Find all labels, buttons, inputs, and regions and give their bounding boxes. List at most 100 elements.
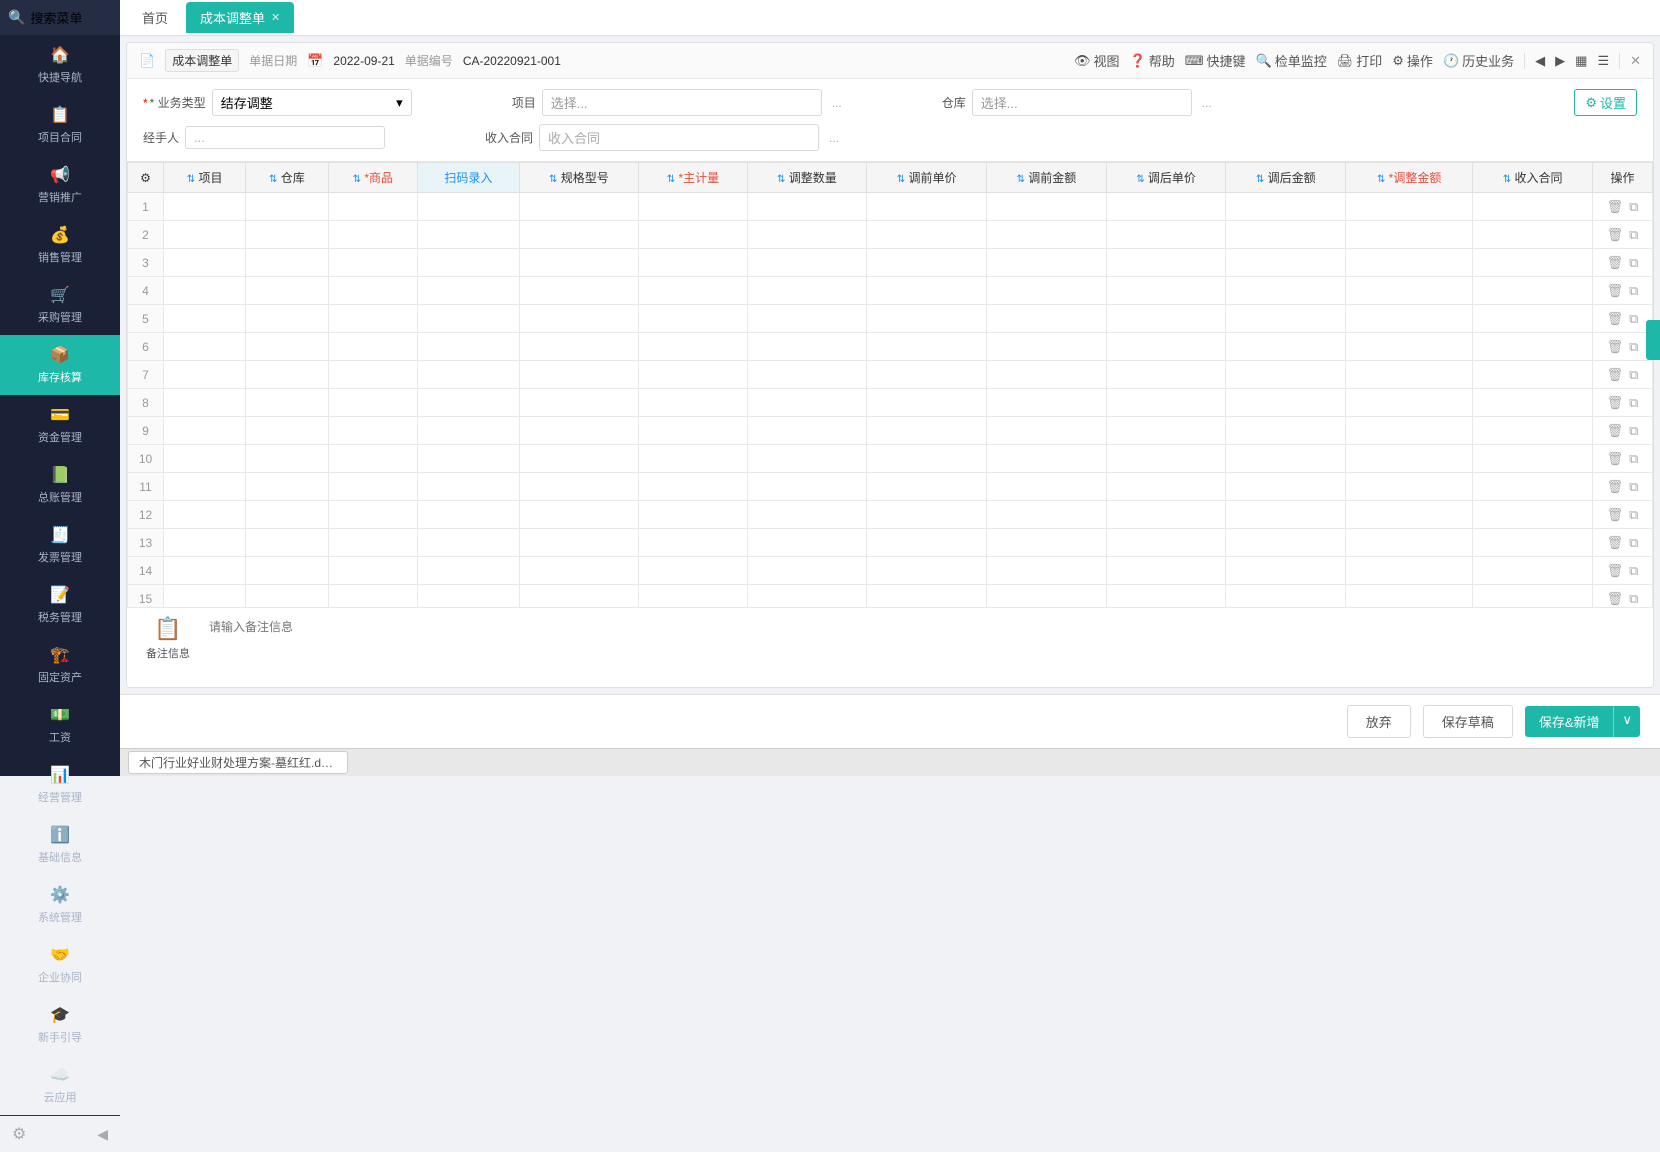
- list-view-btn[interactable]: ☰: [1597, 53, 1609, 69]
- sidebar-item-base-info[interactable]: ℹ️基础信息: [0, 815, 120, 875]
- row-num-5: 5: [128, 305, 164, 333]
- delete-icon[interactable]: 🗑: [1607, 507, 1624, 523]
- collapse-icon[interactable]: ◀: [97, 1126, 108, 1143]
- sidebar-item-marketing[interactable]: 📢营销推广: [0, 155, 120, 215]
- col-warehouse[interactable]: ⇅ 仓库: [246, 163, 328, 193]
- sidebar-item-system[interactable]: ⚙️系统管理: [0, 875, 120, 935]
- sidebar-search[interactable]: 🔍 搜索菜单: [0, 0, 120, 35]
- shortcut-btn[interactable]: ⌨ 快捷键: [1185, 51, 1246, 70]
- delete-icon[interactable]: 🗑: [1607, 451, 1624, 467]
- side-handle[interactable]: [1646, 320, 1660, 360]
- delete-icon[interactable]: 🗑: [1607, 255, 1624, 271]
- copy-icon[interactable]: ⧉: [1629, 591, 1638, 607]
- tab-home[interactable]: 首页: [128, 2, 182, 33]
- copy-icon[interactable]: ⧉: [1629, 283, 1638, 299]
- project-input[interactable]: 选择...: [542, 89, 822, 116]
- sidebar-item-ledger[interactable]: 📗总账管理: [0, 455, 120, 515]
- form-row-2: 经手人 ... 收入合同 收入合同 ...: [143, 124, 1637, 151]
- delete-icon[interactable]: 🗑: [1607, 535, 1624, 551]
- col-settings[interactable]: ⚙: [128, 163, 164, 193]
- copy-icon[interactable]: ⧉: [1629, 227, 1638, 243]
- handler-input[interactable]: ...: [185, 126, 385, 149]
- notes-input[interactable]: [205, 616, 1637, 638]
- col-scan[interactable]: 扫码录入: [418, 163, 519, 193]
- business-type-select[interactable]: 结存调整 ▾: [212, 89, 412, 116]
- copy-icon[interactable]: ⧉: [1629, 507, 1638, 523]
- delete-icon[interactable]: 🗑: [1607, 479, 1624, 495]
- save-new-arrow[interactable]: ∨: [1614, 706, 1640, 737]
- print-btn[interactable]: 🖨 打印: [1337, 51, 1383, 70]
- settings-icon[interactable]: ⚙: [12, 1124, 26, 1144]
- copy-icon[interactable]: ⧉: [1629, 535, 1638, 551]
- col-unit[interactable]: ⇅ *主计量: [639, 163, 747, 193]
- col-qty[interactable]: ⇅ 调整数量: [747, 163, 867, 193]
- ops-btn[interactable]: ⚙ 操作: [1392, 51, 1433, 70]
- copy-icon[interactable]: ⧉: [1629, 311, 1638, 327]
- income-contract-input[interactable]: 收入合同: [539, 124, 819, 151]
- sidebar-item-finance[interactable]: 💳资金管理: [0, 395, 120, 455]
- business-type-value: 结存调整: [221, 93, 273, 112]
- delete-icon[interactable]: 🗑: [1607, 199, 1624, 215]
- copy-icon[interactable]: ⧉: [1629, 479, 1638, 495]
- sidebar-item-project-contract[interactable]: 📋项目合同: [0, 95, 120, 155]
- nav-next-btn[interactable]: ▶: [1555, 53, 1565, 69]
- table-row: 1🗑⧉: [128, 193, 1653, 221]
- copy-icon[interactable]: ⧉: [1629, 199, 1638, 215]
- delete-icon[interactable]: 🗑: [1607, 563, 1624, 579]
- sidebar-item-salary[interactable]: 💵工资: [0, 695, 120, 755]
- col-product[interactable]: ⇅ *商品: [328, 163, 418, 193]
- col-spec[interactable]: ⇅ 规格型号: [519, 163, 639, 193]
- grid-view-btn[interactable]: ▦: [1575, 53, 1587, 69]
- copy-icon[interactable]: ⧉: [1629, 395, 1638, 411]
- col-adjust-amount[interactable]: ⇅ *调整金额: [1346, 163, 1473, 193]
- view-btn[interactable]: 👁 视图: [1074, 51, 1120, 70]
- review-btn[interactable]: 🔍 检单监控: [1256, 51, 1327, 70]
- sidebar-item-enterprise[interactable]: 🤝企业协同: [0, 935, 120, 995]
- copy-icon[interactable]: ⧉: [1629, 367, 1638, 383]
- delete-icon[interactable]: 🗑: [1607, 367, 1624, 383]
- sidebar-item-cloud[interactable]: ☁️云应用: [0, 1055, 120, 1115]
- col-after-amount[interactable]: ⇅ 调后金额: [1226, 163, 1346, 193]
- col-after-price[interactable]: ⇅ 调后单价: [1106, 163, 1226, 193]
- sidebar-item-assets[interactable]: 🏗️固定资产: [0, 635, 120, 695]
- discard-button[interactable]: 放弃: [1347, 705, 1411, 738]
- copy-icon[interactable]: ⧉: [1629, 423, 1638, 439]
- warehouse-input[interactable]: 选择...: [972, 89, 1192, 116]
- history-btn[interactable]: 🕐 历史业务: [1443, 51, 1514, 70]
- sidebar-item-tax[interactable]: 📝税务管理: [0, 575, 120, 635]
- sidebar-item-invoice[interactable]: 🧾发票管理: [0, 515, 120, 575]
- sidebar-item-purchase[interactable]: 🛒采购管理: [0, 275, 120, 335]
- col-project[interactable]: ⇅ 项目: [164, 163, 246, 193]
- delete-icon[interactable]: 🗑: [1607, 283, 1624, 299]
- sidebar-item-sales[interactable]: 💰销售管理: [0, 215, 120, 275]
- taskbar-item[interactable]: 木门行业好业财处理方案-墓红红.doc - WPS Office: [128, 751, 348, 774]
- copy-icon[interactable]: ⧉: [1629, 451, 1638, 467]
- settings-btn[interactable]: ⚙ 设置: [1574, 89, 1637, 116]
- save-new-button[interactable]: 保存&新增 ∨: [1525, 706, 1640, 737]
- delete-icon[interactable]: 🗑: [1607, 395, 1624, 411]
- help-btn[interactable]: ❓ 帮助: [1130, 51, 1175, 70]
- delete-icon[interactable]: 🗑: [1607, 339, 1624, 355]
- col-income-contract[interactable]: ⇅ 收入合同: [1473, 163, 1593, 193]
- sidebar-item-ops[interactable]: 📊经营管理: [0, 755, 120, 815]
- delete-icon[interactable]: 🗑: [1607, 423, 1624, 439]
- nav-prev-btn[interactable]: ◀: [1535, 53, 1545, 69]
- save-draft-button[interactable]: 保存草稿: [1423, 705, 1513, 738]
- chevron-down-icon: ▾: [396, 95, 403, 111]
- tab-cost-adjust[interactable]: 成本调整单✕: [186, 2, 294, 33]
- copy-icon[interactable]: ⧉: [1629, 255, 1638, 271]
- delete-icon[interactable]: 🗑: [1607, 591, 1624, 607]
- delete-icon[interactable]: 🗑: [1607, 227, 1624, 243]
- col-before-amount[interactable]: ⇅ 调前金额: [987, 163, 1107, 193]
- sidebar-item-inventory[interactable]: 📦库存核算: [0, 335, 120, 395]
- delete-icon[interactable]: 🗑: [1607, 311, 1624, 327]
- sidebar-item-quick-nav[interactable]: 🏠快捷导航: [0, 35, 120, 95]
- grid-container[interactable]: ⚙ ⇅ 项目 ⇅ 仓库 ⇅ *商品 扫码录入 ⇅ 规格型号 ⇅ *主计量 ⇅ 调…: [127, 162, 1653, 607]
- save-new-label[interactable]: 保存&新增: [1525, 706, 1615, 737]
- tab-close-cost-adjust[interactable]: ✕: [271, 11, 280, 24]
- copy-icon[interactable]: ⧉: [1629, 339, 1638, 355]
- sidebar-item-guide[interactable]: 🎓新手引导: [0, 995, 120, 1055]
- col-before-price[interactable]: ⇅ 调前单价: [867, 163, 987, 193]
- close-btn[interactable]: ✕: [1630, 53, 1641, 69]
- copy-icon[interactable]: ⧉: [1629, 563, 1638, 579]
